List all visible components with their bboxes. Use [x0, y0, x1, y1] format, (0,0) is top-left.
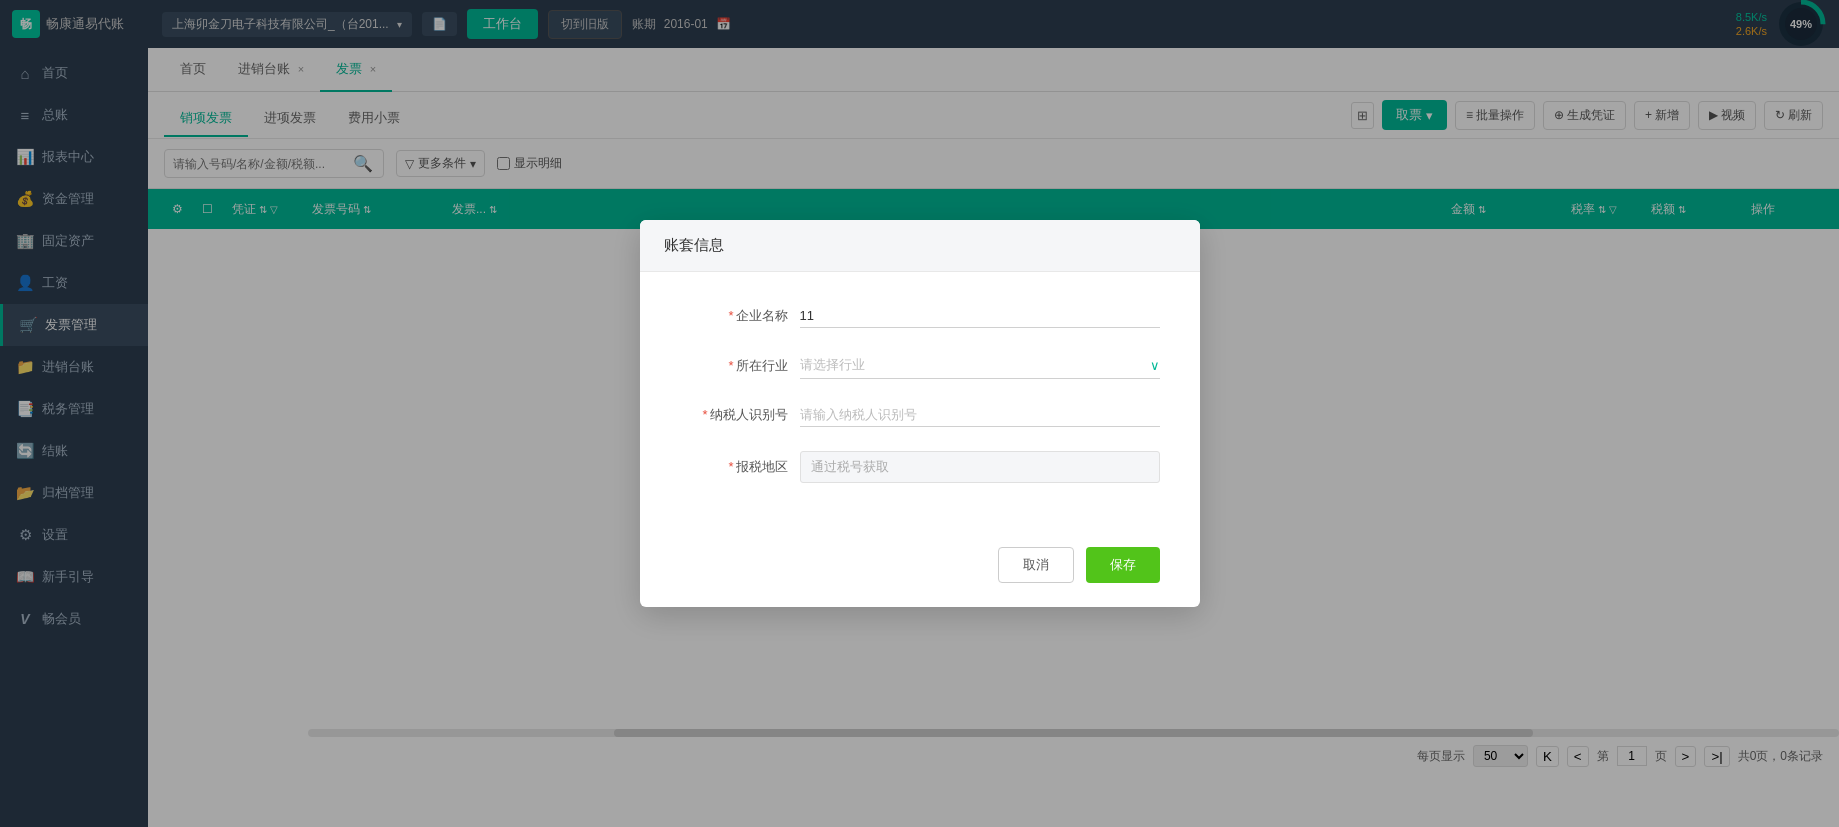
- industry-select-text: 请选择行业: [800, 356, 1150, 374]
- dialog-overlay[interactable]: 账套信息 *企业名称 *所在行业 请选择行业 ∨: [0, 0, 1839, 827]
- required-star-tax-id: *: [702, 407, 707, 422]
- dialog-title: 账套信息: [640, 220, 1200, 272]
- form-row-tax-id: *纳税人识别号: [680, 403, 1160, 427]
- industry-label-text: 所在行业: [736, 358, 788, 373]
- industry-dropdown-icon: ∨: [1150, 358, 1160, 373]
- tax-region-display: 通过税号获取: [800, 451, 1160, 483]
- cancel-button[interactable]: 取消: [998, 547, 1074, 583]
- tax-id-input[interactable]: [800, 403, 1160, 427]
- required-star-tax-region: *: [728, 459, 733, 474]
- dialog-body: *企业名称 *所在行业 请选择行业 ∨ *纳税人识别号: [640, 272, 1200, 531]
- tax-id-label: *纳税人识别号: [680, 406, 800, 424]
- tax-region-label: *报税地区: [680, 458, 800, 476]
- account-info-dialog: 账套信息 *企业名称 *所在行业 请选择行业 ∨: [640, 220, 1200, 607]
- dialog-footer: 取消 保存: [640, 531, 1200, 607]
- company-name-label: *企业名称: [680, 307, 800, 325]
- tax-id-label-text: 纳税人识别号: [710, 407, 788, 422]
- required-star-company: *: [728, 308, 733, 323]
- save-button[interactable]: 保存: [1086, 547, 1160, 583]
- required-star-industry: *: [728, 358, 733, 373]
- industry-select-wrap[interactable]: 请选择行业 ∨: [800, 352, 1160, 379]
- form-row-tax-region: *报税地区 通过税号获取: [680, 451, 1160, 483]
- company-name-label-text: 企业名称: [736, 308, 788, 323]
- tax-region-label-text: 报税地区: [736, 459, 788, 474]
- company-name-input[interactable]: [800, 304, 1160, 328]
- industry-label: *所在行业: [680, 357, 800, 375]
- form-row-industry: *所在行业 请选择行业 ∨: [680, 352, 1160, 379]
- form-row-company: *企业名称: [680, 304, 1160, 328]
